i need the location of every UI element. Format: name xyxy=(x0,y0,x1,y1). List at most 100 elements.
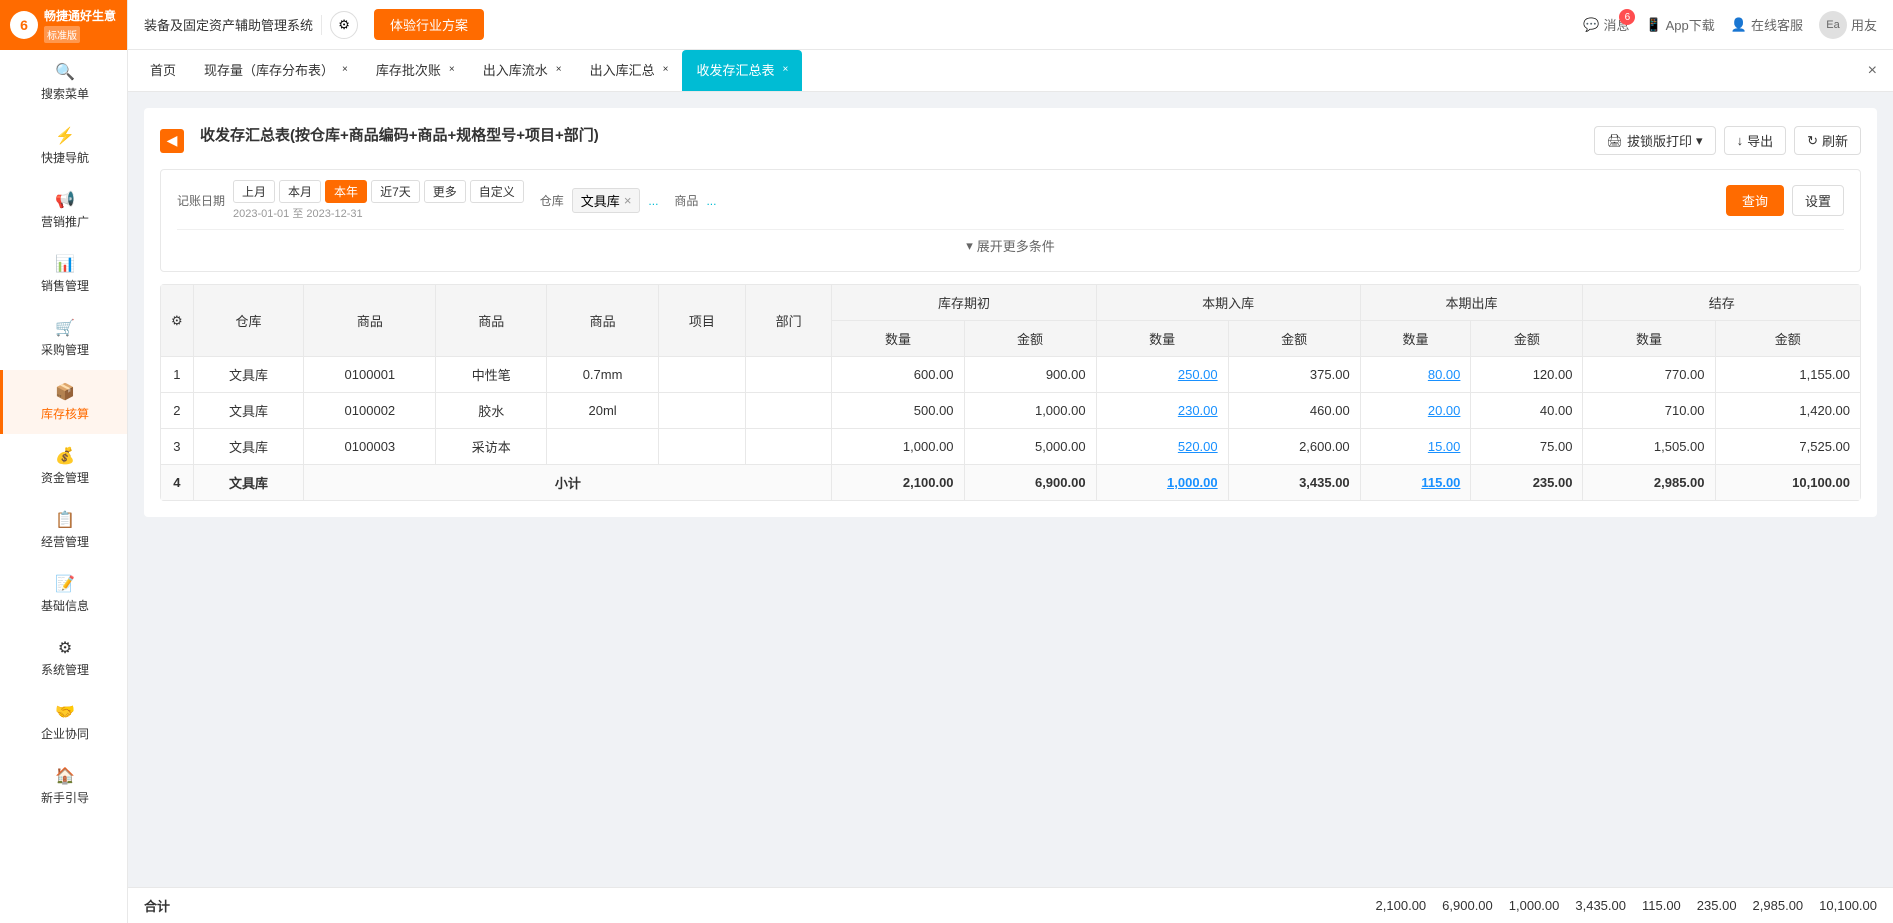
warehouse-filter-label: 仓库 xyxy=(540,192,564,209)
date-btn-本月[interactable]: 本月 xyxy=(279,180,321,203)
sidebar-item-newbie[interactable]: 🏠 新手引导 xyxy=(0,754,127,818)
sidebar-item-marketing[interactable]: 📢 营销推广 xyxy=(0,178,127,242)
newbie-icon: 🏠 xyxy=(55,766,75,786)
cell-goods-code: 0100002 xyxy=(304,393,436,429)
collapse-arrow[interactable]: ◀ xyxy=(160,129,184,153)
date-btn-更多[interactable]: 更多 xyxy=(424,180,466,203)
total-in-qty: 1,000.00 xyxy=(1509,898,1560,913)
goods-filter: 商品 ... xyxy=(674,192,716,209)
tab-close-receipt-summary[interactable]: × xyxy=(782,64,788,75)
th-out: 本期出库 xyxy=(1360,285,1583,321)
print-icon: 🖨 xyxy=(1607,133,1624,149)
date-btn-近7天[interactable]: 近7天 xyxy=(371,180,420,203)
sub-opening-amt: 6,900.00 xyxy=(964,465,1096,501)
logo-icon: 6 xyxy=(10,11,38,39)
cell-balance-amt: 1,420.00 xyxy=(1715,393,1861,429)
goods-more[interactable]: ... xyxy=(706,194,716,208)
online-service-item[interactable]: 👤 在线客服 xyxy=(1731,15,1803,34)
cell-goods-code: 0100003 xyxy=(304,429,436,465)
sidebar-item-quick[interactable]: ⚡ 快捷导航 xyxy=(0,114,127,178)
sub-out-qty[interactable]: 115.00 xyxy=(1360,465,1471,501)
report-card: ◀ 收发存汇总表(按仓库+商品编码+商品+规格型号+项目+部门) 🖨 拔锁版打印… xyxy=(144,108,1877,517)
tab-batch[interactable]: 库存批次账× xyxy=(362,50,469,91)
warehouse-tag-name: 文具库 xyxy=(581,191,620,210)
total-opening-qty: 2,100.00 xyxy=(1376,898,1427,913)
setting-button[interactable]: 设置 xyxy=(1792,185,1844,216)
app-download-item[interactable]: 📱 App下载 xyxy=(1645,15,1714,34)
expand-more[interactable]: ▾ 展开更多条件 xyxy=(177,229,1844,261)
user-item[interactable]: Ea 用友 xyxy=(1819,11,1877,39)
sidebar-item-finance[interactable]: 💰 资金管理 xyxy=(0,434,127,498)
date-btn-本年[interactable]: 本年 xyxy=(325,180,367,203)
service-icon: 👤 xyxy=(1731,17,1747,33)
cell-out-qty[interactable]: 80.00 xyxy=(1360,357,1471,393)
cell-balance-qty: 1,505.00 xyxy=(1583,429,1715,465)
sidebar-item-system[interactable]: ⚙ 系统管理 xyxy=(0,626,127,690)
report-actions: 🖨 拔锁版打印 ▾ ↓ 导出 ↻ 刷新 xyxy=(1594,126,1862,155)
sidebar: 6 畅捷通好生意 标准版 🔍 搜索菜单 ⚡ 快捷导航 📢 营销推广 📊 销售管理… xyxy=(0,0,128,923)
date-btn-上月[interactable]: 上月 xyxy=(233,180,275,203)
sidebar-item-base[interactable]: 📝 基础信息 xyxy=(0,562,127,626)
expand-label: 展开更多条件 xyxy=(977,236,1055,255)
cell-in-qty[interactable]: 250.00 xyxy=(1096,357,1228,393)
purchase-label: 采购管理 xyxy=(41,341,89,358)
sub-in-qty[interactable]: 1,000.00 xyxy=(1096,465,1228,501)
sidebar-item-search[interactable]: 🔍 搜索菜单 xyxy=(0,50,127,114)
topbar-left: 装备及固定资产辅助管理系统 ⚙ xyxy=(144,11,358,39)
sidebar-item-inventory[interactable]: 📦 库存核算 xyxy=(0,370,127,434)
export-button[interactable]: ↓ 导出 xyxy=(1724,126,1787,155)
cell-out-qty[interactable]: 15.00 xyxy=(1360,429,1471,465)
filter-area: 记账日期 上月本月本年近7天更多自定义 2023-01-01 至 2023-12… xyxy=(160,169,1861,272)
sidebar-item-sales[interactable]: 📊 销售管理 xyxy=(0,242,127,306)
cell-out-amt: 75.00 xyxy=(1471,429,1583,465)
settings-icon[interactable]: ⚙ xyxy=(330,11,358,39)
tab-close-summary[interactable]: × xyxy=(663,64,669,75)
tab-summary[interactable]: 出入库汇总× xyxy=(576,50,683,91)
date-btn-自定义[interactable]: 自定义 xyxy=(470,180,524,203)
total-opening-amt: 6,900.00 xyxy=(1442,898,1493,913)
refresh-button[interactable]: ↻ 刷新 xyxy=(1794,126,1861,155)
cell-opening-amt: 900.00 xyxy=(964,357,1096,393)
cell-in-qty[interactable]: 520.00 xyxy=(1096,429,1228,465)
message-icon-item[interactable]: 💬 消息 6 xyxy=(1583,15,1629,34)
query-button[interactable]: 查询 xyxy=(1726,185,1784,216)
tab-receipt-summary[interactable]: 收发存汇总表× xyxy=(682,50,802,91)
content-area: ◀ 收发存汇总表(按仓库+商品编码+商品+规格型号+项目+部门) 🖨 拔锁版打印… xyxy=(128,92,1893,923)
report-header-row: ◀ 收发存汇总表(按仓库+商品编码+商品+规格型号+项目+部门) 🖨 拔锁版打印… xyxy=(160,124,1861,157)
table-header-group: ⚙ 仓库 商品 商品 商品 项目 部门 库存期初 本期入库 本期出库 结存 xyxy=(161,285,1861,321)
tab-home[interactable]: 首页 xyxy=(136,50,190,91)
table-row-subtotal: 4 文具库 小计 2,100.00 6,900.00 1,000.00 3,43… xyxy=(161,465,1861,501)
cell-in-qty[interactable]: 230.00 xyxy=(1096,393,1228,429)
cell-dept xyxy=(745,357,832,393)
warehouse-tag-close[interactable]: × xyxy=(624,193,632,208)
message-icon: 💬 xyxy=(1583,17,1599,33)
tab-close-stock[interactable]: × xyxy=(342,64,348,75)
tab-flow[interactable]: 出入库流水× xyxy=(469,50,576,91)
marketing-label: 营销推广 xyxy=(41,213,89,230)
cell-opening-qty: 1,000.00 xyxy=(832,429,964,465)
close-all-tabs[interactable]: × xyxy=(1860,58,1885,84)
print-button[interactable]: 🖨 拔锁版打印 ▾ xyxy=(1594,126,1716,155)
tab-stock[interactable]: 现存量（库存分布表）× xyxy=(190,50,362,91)
logo: 6 畅捷通好生意 标准版 xyxy=(0,0,127,50)
cell-out-qty[interactable]: 20.00 xyxy=(1360,393,1471,429)
report-title: 收发存汇总表(按仓库+商品编码+商品+规格型号+项目+部门) xyxy=(200,124,599,145)
warehouse-more[interactable]: ... xyxy=(648,194,658,208)
sidebar-item-operations[interactable]: 📋 经营管理 xyxy=(0,498,127,562)
export-icon: ↓ xyxy=(1737,133,1744,148)
topbar-icons: 💬 消息 6 📱 App下载 👤 在线客服 Ea 用友 xyxy=(1583,11,1877,39)
cell-balance-qty: 770.00 xyxy=(1583,357,1715,393)
sidebar-item-purchase[interactable]: 🛒 采购管理 xyxy=(0,306,127,370)
cell-balance-qty: 710.00 xyxy=(1583,393,1715,429)
data-table-wrapper: ⚙ 仓库 商品 商品 商品 项目 部门 库存期初 本期入库 本期出库 结存 xyxy=(160,284,1861,501)
trial-button[interactable]: 体验行业方案 xyxy=(374,9,484,40)
sidebar-item-enterprise[interactable]: 🤝 企业协同 xyxy=(0,690,127,754)
tab-close-flow[interactable]: × xyxy=(556,64,562,75)
enterprise-label: 企业协同 xyxy=(41,725,89,742)
cell-goods-name: 采访本 xyxy=(436,429,547,465)
message-badge: 6 xyxy=(1619,9,1635,25)
tab-close-batch[interactable]: × xyxy=(449,64,455,75)
th-opening: 库存期初 xyxy=(832,285,1096,321)
th-warehouse: 仓库 xyxy=(193,285,304,357)
tab-label-home: 首页 xyxy=(150,60,176,79)
